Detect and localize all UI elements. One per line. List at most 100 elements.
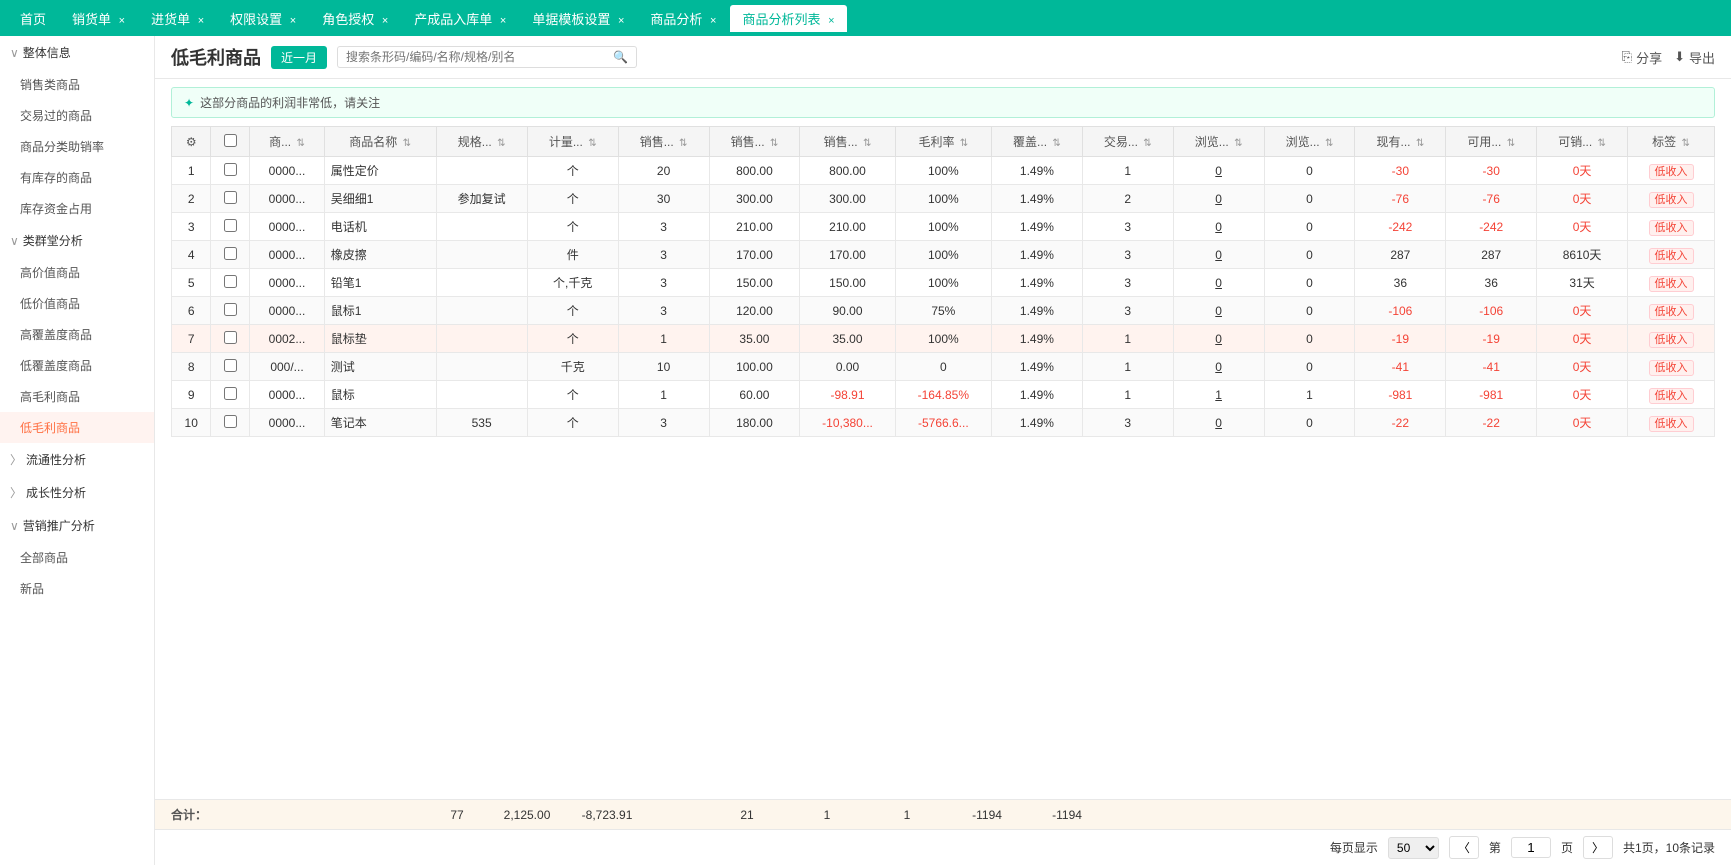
col-available[interactable]: 可用... ⇅	[1446, 127, 1537, 157]
row-select[interactable]	[224, 163, 237, 176]
row-checkbox[interactable]	[211, 409, 250, 437]
sidebar-item-sales-products[interactable]: 销售类商品	[0, 69, 154, 100]
sidebar-group-cluster[interactable]: ∨ 类群堂分析	[0, 224, 154, 257]
col-current[interactable]: 现有... ⇅	[1355, 127, 1446, 157]
nav-roles[interactable]: 角色授权 ×	[310, 5, 400, 32]
prev-page-button[interactable]: 〈	[1449, 836, 1479, 859]
col-checkbox[interactable]	[211, 127, 250, 157]
select-all-checkbox[interactable]	[224, 134, 237, 147]
sidebar-item-low-coverage[interactable]: 低覆盖度商品	[0, 350, 154, 381]
col-browse1[interactable]: 浏览... ⇅	[1173, 127, 1264, 157]
nav-permissions[interactable]: 权限设置 ×	[218, 5, 308, 32]
close-icon[interactable]: ×	[828, 15, 834, 27]
share-button[interactable]: ⎘ 分享	[1622, 48, 1662, 67]
col-spec[interactable]: 规格... ⇅	[436, 127, 527, 157]
row-browse1[interactable]: 0	[1173, 213, 1264, 241]
col-code[interactable]: 商... ⇅	[250, 127, 324, 157]
row-name[interactable]: 属性定价	[324, 157, 436, 185]
sidebar-group-overall[interactable]: ∨ 整体信息	[0, 36, 154, 69]
nav-products[interactable]: 产成品入库单 ×	[402, 5, 518, 32]
browse1-link[interactable]: 0	[1215, 164, 1222, 178]
row-select[interactable]	[224, 387, 237, 400]
browse1-link[interactable]: 0	[1215, 192, 1222, 206]
col-cover-rate[interactable]: 覆盖... ⇅	[991, 127, 1082, 157]
row-select[interactable]	[224, 275, 237, 288]
col-name[interactable]: 商品名称 ⇅	[324, 127, 436, 157]
col-settings[interactable]: ⚙	[172, 127, 211, 157]
row-checkbox[interactable]	[211, 297, 250, 325]
row-browse1[interactable]: 0	[1173, 409, 1264, 437]
sidebar-group-growth[interactable]: 〉 成长性分析	[0, 476, 154, 509]
col-sales-qty[interactable]: 销售... ⇅	[618, 127, 709, 157]
row-select[interactable]	[224, 219, 237, 232]
col-sales-amount[interactable]: 销售... ⇅	[800, 127, 895, 157]
close-icon[interactable]: ×	[710, 15, 716, 27]
close-icon[interactable]: ×	[119, 15, 125, 27]
sidebar-item-stocked[interactable]: 有库存的商品	[0, 162, 154, 193]
browse1-link[interactable]: 0	[1215, 332, 1222, 346]
row-name[interactable]: 鼠标垫	[324, 325, 436, 353]
nav-analysis[interactable]: 商品分析 ×	[638, 5, 728, 32]
row-select[interactable]	[224, 303, 237, 316]
row-browse1[interactable]: 0	[1173, 269, 1264, 297]
close-icon[interactable]: ×	[382, 15, 388, 27]
close-icon[interactable]: ×	[618, 15, 624, 27]
export-button[interactable]: ⬇ 导出	[1674, 48, 1715, 67]
close-icon[interactable]: ×	[290, 15, 296, 27]
col-browse2[interactable]: 浏览... ⇅	[1264, 127, 1355, 157]
row-browse1[interactable]: 0	[1173, 185, 1264, 213]
row-browse1[interactable]: 0	[1173, 157, 1264, 185]
row-select[interactable]	[224, 331, 237, 344]
sidebar-item-new-products[interactable]: 新品	[0, 573, 154, 604]
row-browse1[interactable]: 0	[1173, 353, 1264, 381]
sidebar-item-high-margin[interactable]: 高毛利商品	[0, 381, 154, 412]
sidebar-item-traded[interactable]: 交易过的商品	[0, 100, 154, 131]
per-page-select[interactable]: 50 100 200	[1388, 837, 1439, 859]
next-page-button[interactable]: 〉	[1583, 836, 1613, 859]
row-name[interactable]: 测试	[324, 353, 436, 381]
nav-purchase[interactable]: 进货单 ×	[139, 5, 216, 32]
nav-sales[interactable]: 销货单 ×	[60, 5, 137, 32]
browse1-link[interactable]: 0	[1215, 248, 1222, 262]
row-name[interactable]: 橡皮擦	[324, 241, 436, 269]
row-name[interactable]: 鼠标	[324, 381, 436, 409]
page-input[interactable]	[1511, 837, 1551, 858]
row-checkbox[interactable]	[211, 381, 250, 409]
col-saleable[interactable]: 可销... ⇅	[1537, 127, 1628, 157]
sidebar-item-stock-funds[interactable]: 库存资金占用	[0, 193, 154, 224]
row-browse1[interactable]: 0	[1173, 297, 1264, 325]
sidebar-item-category-rate[interactable]: 商品分类助销率	[0, 131, 154, 162]
row-select[interactable]	[224, 191, 237, 204]
browse1-link[interactable]: 1	[1215, 388, 1222, 402]
row-name[interactable]: 鼠标1	[324, 297, 436, 325]
row-browse1[interactable]: 0	[1173, 241, 1264, 269]
row-browse1[interactable]: 1	[1173, 381, 1264, 409]
row-browse1[interactable]: 0	[1173, 325, 1264, 353]
nav-analysis-list[interactable]: 商品分析列表 ×	[730, 5, 846, 32]
sidebar-item-low-margin[interactable]: 低毛利商品	[0, 412, 154, 443]
row-checkbox[interactable]	[211, 353, 250, 381]
filter-button[interactable]: 近一月	[271, 46, 327, 69]
nav-home[interactable]: 首页	[8, 5, 58, 32]
sidebar-group-flow[interactable]: 〉 流通性分析	[0, 443, 154, 476]
col-sales-price[interactable]: 销售... ⇅	[709, 127, 800, 157]
browse1-link[interactable]: 0	[1215, 220, 1222, 234]
sidebar-item-low-value[interactable]: 低价值商品	[0, 288, 154, 319]
row-checkbox[interactable]	[211, 325, 250, 353]
row-checkbox[interactable]	[211, 213, 250, 241]
col-trade[interactable]: 交易... ⇅	[1082, 127, 1173, 157]
sidebar-item-all-products[interactable]: 全部商品	[0, 542, 154, 573]
browse1-link[interactable]: 0	[1215, 276, 1222, 290]
row-select[interactable]	[224, 247, 237, 260]
col-unit[interactable]: 计量... ⇅	[527, 127, 618, 157]
row-name[interactable]: 铅笔1	[324, 269, 436, 297]
row-name[interactable]: 笔记本	[324, 409, 436, 437]
sidebar-group-marketing[interactable]: ∨ 营销推广分析	[0, 509, 154, 542]
search-input[interactable]	[346, 50, 609, 64]
browse1-link[interactable]: 0	[1215, 304, 1222, 318]
row-name[interactable]: 吴细细1	[324, 185, 436, 213]
row-checkbox[interactable]	[211, 157, 250, 185]
row-select[interactable]	[224, 359, 237, 372]
sidebar-item-high-value[interactable]: 高价值商品	[0, 257, 154, 288]
browse1-link[interactable]: 0	[1215, 416, 1222, 430]
